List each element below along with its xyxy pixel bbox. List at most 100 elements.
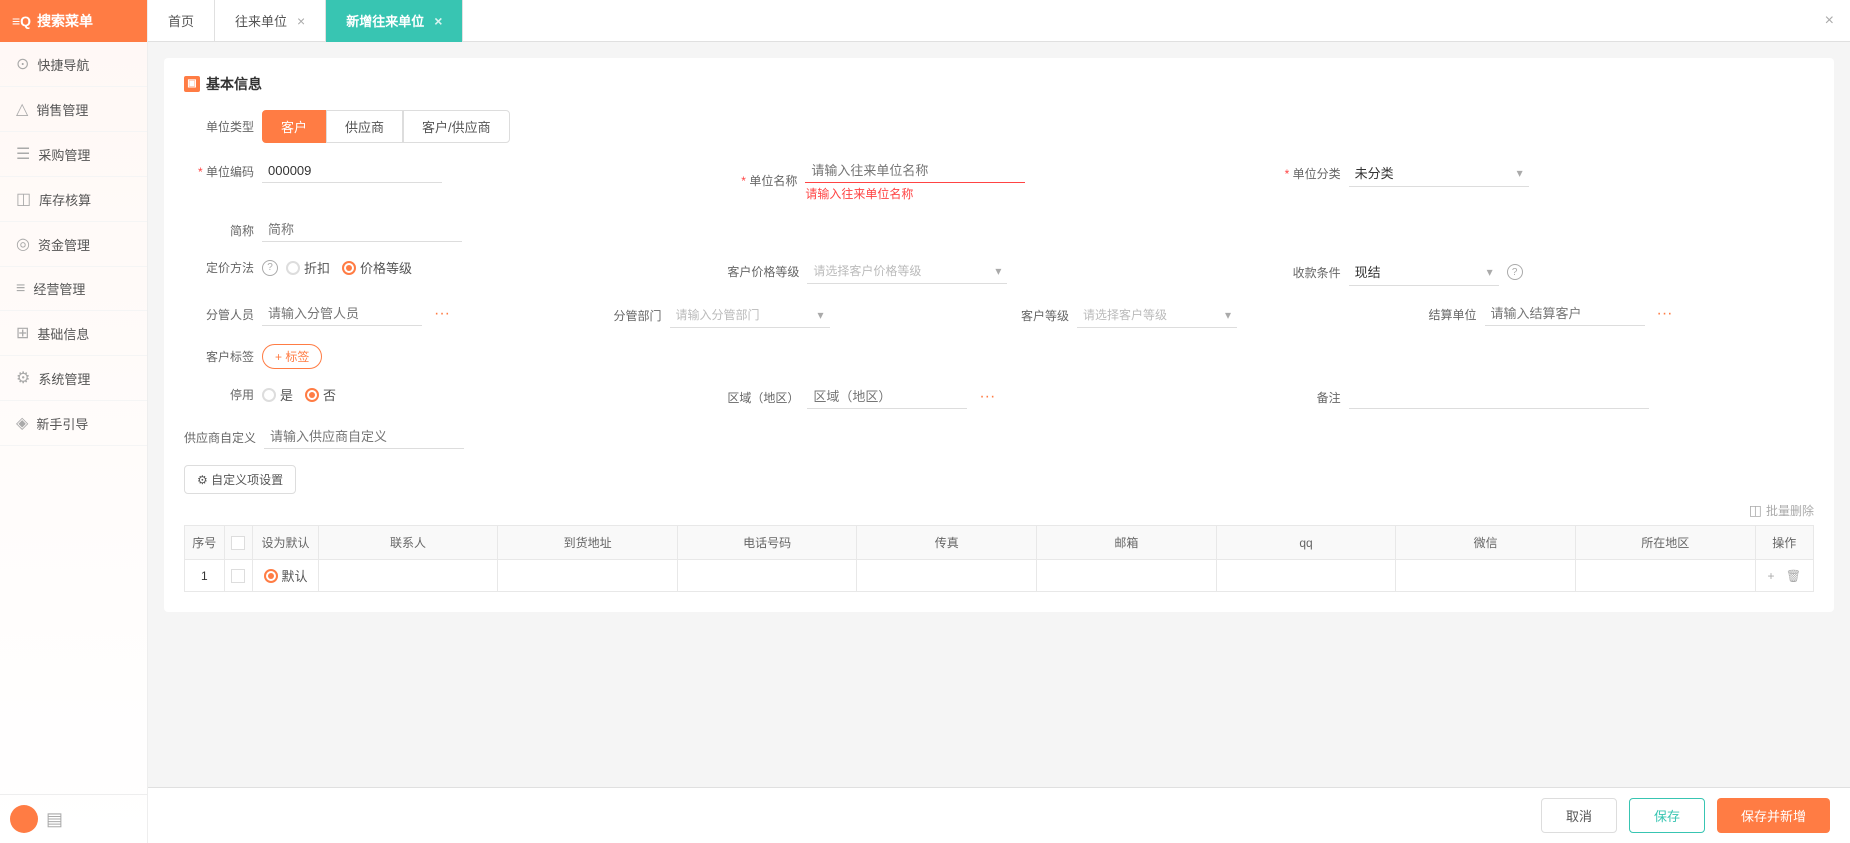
customer-price-level-select[interactable]: 请选择客户价格等级 ▾	[807, 258, 1007, 284]
tags-label: 客户标签	[184, 348, 254, 365]
col-seq: 序号	[185, 526, 225, 560]
row-region[interactable]	[1575, 560, 1755, 592]
manager-input[interactable]	[262, 302, 422, 326]
tab-partners-close[interactable]: ×	[297, 13, 305, 29]
disabled-no-radio[interactable]: 否	[305, 385, 336, 404]
save-new-button[interactable]: 保存并新增	[1717, 798, 1830, 833]
customer-level-select[interactable]: 请选择客户等级 ▾	[1077, 302, 1237, 328]
region-dots-btn[interactable]: ···	[975, 388, 999, 406]
remarks-field: 备注	[1271, 385, 1814, 409]
sidebar-item-label: 新手引导	[36, 414, 88, 433]
unit-type-both-btn[interactable]: 客户/供应商	[403, 110, 510, 143]
region-input[interactable]	[807, 385, 967, 409]
sidebar-item-quick-nav[interactable]: ⊙ 快捷导航	[0, 42, 147, 87]
row-region-input[interactable]	[1582, 569, 1749, 583]
row-delete-btn[interactable]: 🗑	[1786, 569, 1801, 583]
cancel-button[interactable]: 取消	[1541, 798, 1617, 833]
tab-partners[interactable]: 往来单位 ×	[215, 0, 326, 42]
guide-icon: ◈	[16, 413, 28, 433]
row-phone-input[interactable]	[684, 569, 851, 583]
short-name-field: 简称	[184, 218, 1814, 242]
short-name-label: 简称	[184, 222, 254, 239]
home-icon: ⊙	[16, 54, 29, 74]
supplier-custom-input[interactable]	[264, 425, 464, 449]
row-address-input[interactable]	[504, 569, 671, 583]
dept-chevron: ▾	[817, 308, 823, 322]
tab-partners-label: 往来单位	[235, 11, 287, 30]
row-fax-input[interactable]	[863, 569, 1030, 583]
pricing-discount-radio[interactable]: 折扣	[286, 258, 330, 277]
sidebar-item-basic-info[interactable]: ⊞ 基础信息	[0, 311, 147, 356]
user-avatar[interactable]	[10, 805, 38, 833]
settlement-unit-input[interactable]	[1485, 302, 1645, 326]
tab-new-partner[interactable]: 新增往来单位 ×	[326, 0, 463, 42]
unit-category-select[interactable]: 未分类 ▾	[1349, 159, 1529, 187]
sales-icon: △	[16, 99, 28, 119]
sidebar: ≡Q 搜索菜单 ⊙ 快捷导航 △ 销售管理 ☰ 采购管理 ◫ 库存核算 ◎ 资金…	[0, 0, 148, 843]
unit-type-supplier-btn[interactable]: 供应商	[326, 110, 403, 143]
customer-level-chevron: ▾	[1225, 308, 1231, 322]
select-all-checkbox[interactable]	[231, 536, 245, 550]
row-qq[interactable]	[1216, 560, 1396, 592]
col-checkbox	[224, 526, 253, 560]
row-phone[interactable]	[677, 560, 857, 592]
sidebar-item-sys-mgmt[interactable]: ⚙ 系统管理	[0, 356, 147, 401]
tab-home[interactable]: 首页	[148, 0, 215, 42]
row-address[interactable]	[498, 560, 678, 592]
settlement-dots-btn[interactable]: ···	[1653, 305, 1677, 323]
sidebar-item-sales-mgmt[interactable]: △ 销售管理	[0, 87, 147, 132]
row-wechat[interactable]	[1396, 560, 1576, 592]
sidebar-search[interactable]: ≡Q 搜索菜单	[0, 0, 147, 42]
sidebar-item-label: 资金管理	[38, 235, 90, 254]
purchase-icon: ☰	[16, 144, 30, 164]
customer-price-level-label: 客户价格等级	[727, 263, 799, 280]
unit-name-input[interactable]	[805, 159, 1025, 183]
sidebar-search-label: 搜索菜单	[37, 11, 93, 31]
sidebar-item-inventory[interactable]: ◫ 库存核算	[0, 177, 147, 222]
row-wechat-input[interactable]	[1402, 569, 1569, 583]
row-contact[interactable]	[318, 560, 498, 592]
payment-terms-help-icon[interactable]: ?	[1507, 264, 1523, 280]
sidebar-item-fund-mgmt[interactable]: ◎ 资金管理	[0, 222, 147, 267]
sidebar-item-new-guide[interactable]: ◈ 新手引导	[0, 401, 147, 446]
tab-new-partner-close[interactable]: ×	[434, 13, 442, 29]
main-content: 首页 往来单位 × 新增往来单位 × × ▣ 基本信息 单位类型	[148, 0, 1850, 843]
add-tag-btn[interactable]: + 标签	[262, 344, 322, 369]
basic-info-card: ▣ 基本信息 单位类型 客户 供应商 客户/供应商 单位编码	[164, 58, 1834, 612]
pricing-level-radio[interactable]: 价格等级	[342, 258, 412, 277]
row-default-radio[interactable]: 默认	[259, 566, 311, 585]
unit-category-chevron: ▾	[1517, 166, 1523, 180]
disabled-no-circle	[305, 388, 319, 402]
unit-code-input[interactable]	[262, 159, 442, 183]
short-name-input[interactable]	[262, 218, 462, 242]
row-qq-input[interactable]	[1223, 569, 1390, 583]
sidebar-item-ops-mgmt[interactable]: ≡ 经营管理	[0, 267, 147, 311]
disabled-field: 停用 是 否	[184, 385, 727, 404]
batch-delete-label[interactable]: 批量删除	[1766, 502, 1814, 519]
manager-dots-btn[interactable]: ···	[430, 305, 454, 323]
region-field: 区域（地区） ···	[727, 385, 1270, 409]
disabled-yes-radio[interactable]: 是	[262, 385, 293, 404]
customer-price-chevron: ▾	[995, 264, 1001, 278]
custom-settings-btn[interactable]: ⚙ 自定义项设置	[184, 465, 296, 494]
row-contact-input[interactable]	[325, 569, 492, 583]
pricing-help-icon[interactable]: ?	[262, 260, 278, 276]
row-email[interactable]	[1037, 560, 1217, 592]
close-all-tabs[interactable]: ×	[1809, 12, 1850, 30]
dept-select[interactable]: 请输入分管部门 ▾	[670, 302, 830, 328]
row-add-btn[interactable]: +	[1767, 569, 1774, 583]
search-icon: ≡Q	[12, 13, 31, 29]
payment-terms-select[interactable]: 现结 ▾	[1349, 258, 1499, 286]
menu-toggle-icon[interactable]: ▤	[46, 809, 63, 830]
tags-row: 客户标签 + 标签	[184, 344, 1814, 369]
row-fax[interactable]	[857, 560, 1037, 592]
row-email-input[interactable]	[1043, 569, 1210, 583]
save-button[interactable]: 保存	[1629, 798, 1705, 833]
remarks-input[interactable]	[1349, 385, 1649, 409]
row-select-checkbox[interactable]	[231, 569, 245, 583]
sidebar-item-purchase-mgmt[interactable]: ☰ 采购管理	[0, 132, 147, 177]
unit-type-customer-btn[interactable]: 客户	[262, 110, 326, 143]
unit-code-label: 单位编码	[184, 163, 254, 180]
row-default-label: 默认	[282, 566, 308, 585]
disabled-no-label: 否	[323, 385, 336, 404]
